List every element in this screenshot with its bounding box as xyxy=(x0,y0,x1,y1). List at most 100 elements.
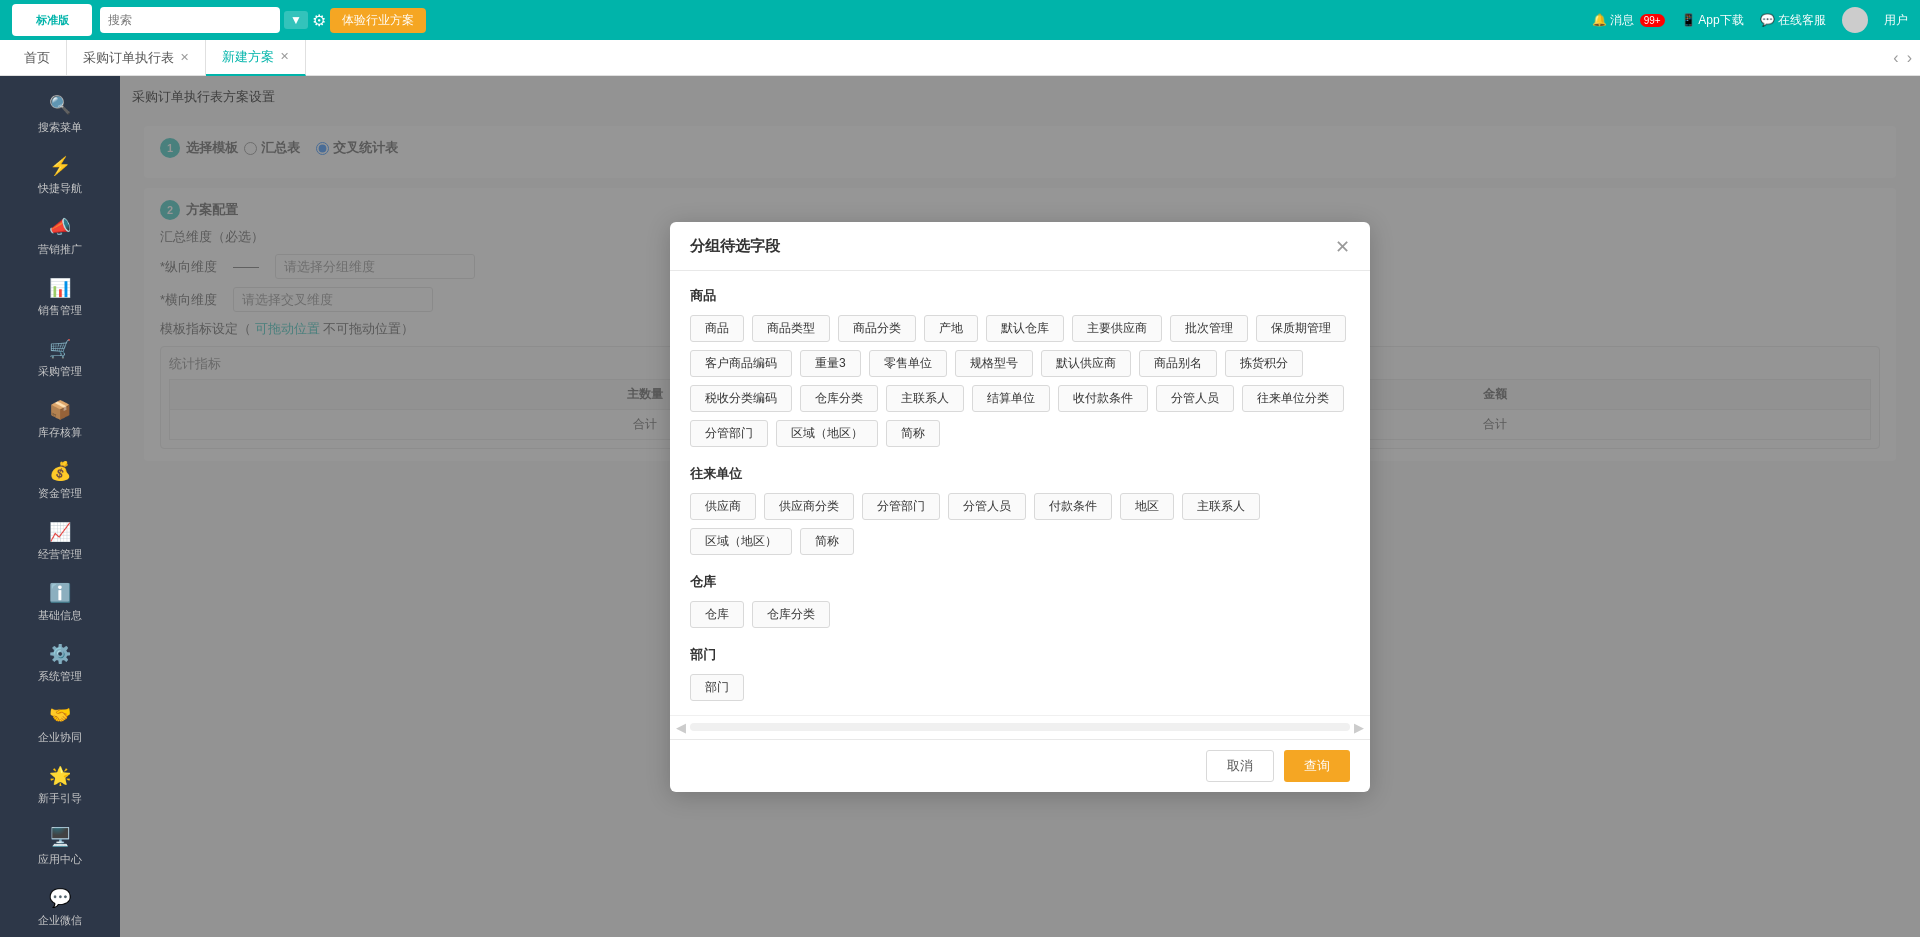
field-tag-product-18[interactable]: 结算单位 xyxy=(972,385,1050,412)
field-tag-product-10[interactable]: 零售单位 xyxy=(869,350,947,377)
field-tag-partner-4[interactable]: 付款条件 xyxy=(1034,493,1112,520)
field-tag-product-17[interactable]: 主联系人 xyxy=(886,385,964,412)
sidebar-item-sales[interactable]: 📊 销售管理 xyxy=(0,267,120,328)
field-tag-product-4[interactable]: 默认仓库 xyxy=(986,315,1064,342)
field-tag-product-3[interactable]: 产地 xyxy=(924,315,978,342)
app-download-btn[interactable]: 📱 App下载 xyxy=(1681,12,1744,29)
sidebar-item-enterprise[interactable]: 🤝 企业协同 xyxy=(0,694,120,755)
field-tag-product-16[interactable]: 仓库分类 xyxy=(800,385,878,412)
field-tag-partner-3[interactable]: 分管人员 xyxy=(948,493,1026,520)
field-tag-product-2[interactable]: 商品分类 xyxy=(838,315,916,342)
modal-body[interactable]: 商品 商品 商品类型 商品分类 产地 默认仓库 主要供应商 批次管理 保质期管理… xyxy=(670,271,1370,715)
search-menu-icon: 🔍 xyxy=(49,94,71,116)
main-layout: 🔍 搜索菜单 ⚡ 快捷导航 📣 营销推广 📊 销售管理 🛒 采购管理 📦 库存核… xyxy=(0,76,1920,937)
field-tag-product-22[interactable]: 分管部门 xyxy=(690,420,768,447)
field-tag-product-12[interactable]: 默认供应商 xyxy=(1041,350,1131,377)
finance-icon: 💰 xyxy=(49,460,71,482)
sidebar-item-operations[interactable]: 📈 经营管理 xyxy=(0,511,120,572)
field-tag-dept-0[interactable]: 部门 xyxy=(690,674,744,701)
basic-info-icon: ℹ️ xyxy=(49,582,71,604)
avatar[interactable] xyxy=(1842,7,1868,33)
close-tab-purchase[interactable]: ✕ xyxy=(180,51,189,64)
field-tag-product-0[interactable]: 商品 xyxy=(690,315,744,342)
department-field-tags: 部门 xyxy=(690,674,1350,701)
sidebar-item-wechat[interactable]: 💬 企业微信 xyxy=(0,877,120,937)
cancel-button[interactable]: 取消 xyxy=(1206,750,1274,782)
guide-icon: 🌟 xyxy=(49,765,71,787)
section-department: 部门 部门 xyxy=(690,646,1350,701)
tab-home[interactable]: 首页 xyxy=(8,40,67,76)
confirm-button[interactable]: 查询 xyxy=(1284,750,1350,782)
modal-footer: 取消 查询 xyxy=(670,739,1370,792)
field-tag-product-24[interactable]: 简称 xyxy=(886,420,940,447)
field-tag-product-6[interactable]: 批次管理 xyxy=(1170,315,1248,342)
field-tag-product-9[interactable]: 重量3 xyxy=(800,350,861,377)
close-tab-new-plan[interactable]: ✕ xyxy=(280,50,289,63)
search-dropdown-btn[interactable]: ▼ xyxy=(284,11,308,29)
field-tag-partner-6[interactable]: 主联系人 xyxy=(1182,493,1260,520)
field-tag-product-1[interactable]: 商品类型 xyxy=(752,315,830,342)
field-tag-product-21[interactable]: 往来单位分类 xyxy=(1242,385,1344,412)
section-warehouse-title: 仓库 xyxy=(690,573,1350,591)
notification-area[interactable]: 🔔 消息 99+ xyxy=(1592,12,1665,29)
section-product: 商品 商品 商品类型 商品分类 产地 默认仓库 主要供应商 批次管理 保质期管理… xyxy=(690,287,1350,447)
wechat-icon: 💬 xyxy=(49,887,71,909)
scroll-left-icon[interactable]: ◀ xyxy=(676,720,686,735)
experience-btn[interactable]: 体验行业方案 xyxy=(330,8,426,33)
tab-purchase-order[interactable]: 采购订单执行表 ✕ xyxy=(67,40,206,76)
field-tag-product-19[interactable]: 收付款条件 xyxy=(1058,385,1148,412)
warehouse-field-tags: 仓库 仓库分类 xyxy=(690,601,1350,628)
search-area: ▼ ⚙ 体验行业方案 xyxy=(100,7,1584,33)
sidebar-item-marketing[interactable]: 📣 营销推广 xyxy=(0,206,120,267)
scroll-right-icon[interactable]: ▶ xyxy=(1354,720,1364,735)
modal-close-btn[interactable]: ✕ xyxy=(1335,236,1350,258)
content-area: 采购订单执行表方案设置 1 选择模板 汇总表 交叉统计表 xyxy=(120,76,1920,937)
field-tag-product-5[interactable]: 主要供应商 xyxy=(1072,315,1162,342)
search-input[interactable] xyxy=(100,7,280,33)
field-tag-product-15[interactable]: 税收分类编码 xyxy=(690,385,792,412)
field-tag-product-7[interactable]: 保质期管理 xyxy=(1256,315,1346,342)
sidebar-item-purchase[interactable]: 🛒 采购管理 xyxy=(0,328,120,389)
app-center-icon: 🖥️ xyxy=(49,826,71,848)
field-tag-product-13[interactable]: 商品别名 xyxy=(1139,350,1217,377)
sidebar-item-guide[interactable]: 🌟 新手引导 xyxy=(0,755,120,816)
sidebar-item-app-center[interactable]: 🖥️ 应用中心 xyxy=(0,816,120,877)
field-tag-product-23[interactable]: 区域（地区） xyxy=(776,420,878,447)
field-tag-partner-2[interactable]: 分管部门 xyxy=(862,493,940,520)
field-tag-product-11[interactable]: 规格型号 xyxy=(955,350,1033,377)
sidebar-item-finance[interactable]: 💰 资金管理 xyxy=(0,450,120,511)
sidebar-item-inventory[interactable]: 📦 库存核算 xyxy=(0,389,120,450)
field-tag-product-20[interactable]: 分管人员 xyxy=(1156,385,1234,412)
section-product-title: 商品 xyxy=(690,287,1350,305)
sidebar-item-system[interactable]: ⚙️ 系统管理 xyxy=(0,633,120,694)
field-tag-partner-0[interactable]: 供应商 xyxy=(690,493,756,520)
marketing-icon: 📣 xyxy=(49,216,71,238)
field-tag-product-8[interactable]: 客户商品编码 xyxy=(690,350,792,377)
notification-badge: 99+ xyxy=(1640,14,1665,27)
sidebar-item-basic-info[interactable]: ℹ️ 基础信息 xyxy=(0,572,120,633)
section-partner-title: 往来单位 xyxy=(690,465,1350,483)
purchase-icon: 🛒 xyxy=(49,338,71,360)
field-tag-warehouse-0[interactable]: 仓库 xyxy=(690,601,744,628)
field-tag-partner-1[interactable]: 供应商分类 xyxy=(764,493,854,520)
sidebar-item-search[interactable]: 🔍 搜索菜单 xyxy=(0,84,120,145)
tab-next-icon[interactable]: › xyxy=(1907,49,1912,67)
sidebar: 🔍 搜索菜单 ⚡ 快捷导航 📣 营销推广 📊 销售管理 🛒 采购管理 📦 库存核… xyxy=(0,76,120,937)
partner-field-tags: 供应商 供应商分类 分管部门 分管人员 付款条件 地区 主联系人 区域（地区） … xyxy=(690,493,1350,555)
product-field-tags: 商品 商品类型 商品分类 产地 默认仓库 主要供应商 批次管理 保质期管理 客户… xyxy=(690,315,1350,447)
field-tag-partner-7[interactable]: 区域（地区） xyxy=(690,528,792,555)
gear-icon[interactable]: ⚙ xyxy=(312,11,326,30)
field-tag-partner-5[interactable]: 地区 xyxy=(1120,493,1174,520)
horizontal-scrollbar[interactable] xyxy=(690,723,1350,731)
tab-new-plan[interactable]: 新建方案 ✕ xyxy=(206,40,306,76)
field-tag-warehouse-1[interactable]: 仓库分类 xyxy=(752,601,830,628)
modal-header: 分组待选字段 ✕ xyxy=(670,222,1370,271)
tab-bar: 首页 采购订单执行表 ✕ 新建方案 ✕ ‹ › xyxy=(0,40,1920,76)
sidebar-item-quick-nav[interactable]: ⚡ 快捷导航 xyxy=(0,145,120,206)
field-tag-product-14[interactable]: 拣货积分 xyxy=(1225,350,1303,377)
online-service-btn[interactable]: 💬 在线客服 xyxy=(1760,12,1826,29)
field-tag-partner-8[interactable]: 简称 xyxy=(800,528,854,555)
sales-icon: 📊 xyxy=(49,277,71,299)
tab-prev-icon[interactable]: ‹ xyxy=(1893,49,1898,67)
section-department-title: 部门 xyxy=(690,646,1350,664)
